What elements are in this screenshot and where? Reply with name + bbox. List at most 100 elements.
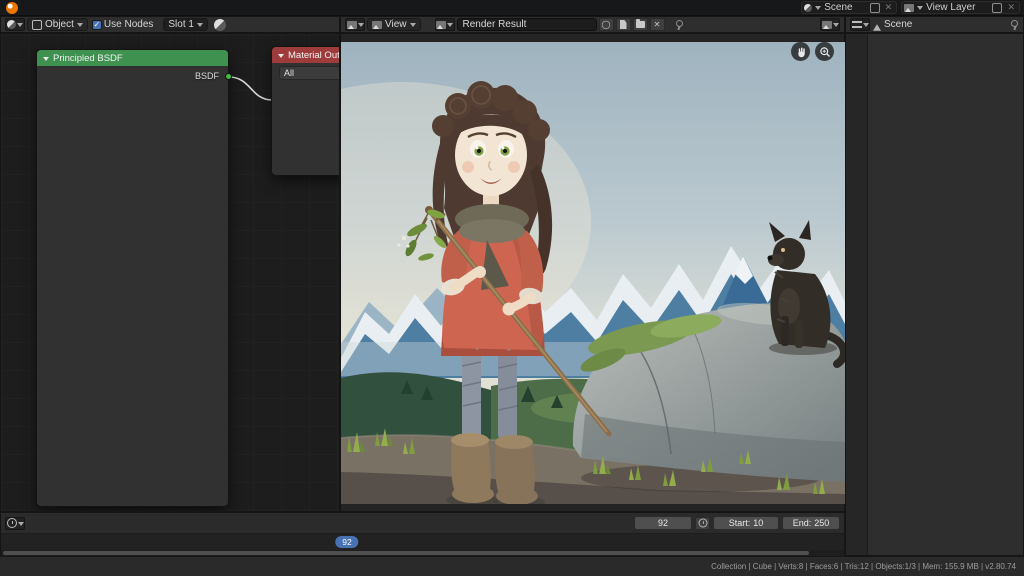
timeline-header: 92 Start: 10 End: 250 xyxy=(1,513,844,534)
editor-type-button[interactable] xyxy=(345,18,365,31)
image-editor[interactable] xyxy=(340,33,845,512)
view-layer-selector[interactable]: View Layer ✕ xyxy=(901,1,1020,14)
output-target-row: All xyxy=(279,66,340,80)
collapse-triangle-icon[interactable] xyxy=(278,54,284,61)
pan-view-button[interactable] xyxy=(791,42,810,61)
scene-stats: Collection | Cube | Verts:8 | Faces:6 | … xyxy=(711,562,1016,571)
chevron-down-icon xyxy=(17,23,23,30)
scene-selector[interactable]: Scene ✕ xyxy=(801,1,897,14)
blender-logo-icon[interactable] xyxy=(6,2,18,14)
bsdf-output-row: BSDF xyxy=(44,69,221,83)
properties-editor-icon xyxy=(852,20,862,29)
timeline-ruler[interactable]: 92 xyxy=(1,534,844,550)
chevron-down-icon xyxy=(77,23,83,30)
frame-end-field[interactable]: End: 250 xyxy=(782,516,840,530)
new-scene-icon[interactable] xyxy=(870,3,880,13)
node-header[interactable]: Principled BSDF xyxy=(37,50,228,66)
image-datablock-field[interactable]: Render Result xyxy=(457,18,597,31)
status-bar: Collection | Cube | Verts:8 | Faces:6 | … xyxy=(0,556,1024,576)
view-mode-label: View xyxy=(385,19,407,30)
pin-icon[interactable] xyxy=(673,19,684,30)
zoom-view-button[interactable] xyxy=(815,42,834,61)
new-page-icon xyxy=(620,20,627,29)
collapse-triangle-icon[interactable] xyxy=(43,57,49,64)
current-frame-indicator[interactable]: 92 xyxy=(335,536,358,548)
slot-dropdown[interactable]: Slot 1 xyxy=(163,18,208,31)
image-view-mode-dropdown[interactable]: View xyxy=(367,18,421,31)
chevron-down-icon xyxy=(815,6,821,13)
node-title: Principled BSDF xyxy=(53,53,123,64)
properties-tabs xyxy=(846,34,868,555)
scene-name: Scene xyxy=(824,2,866,13)
scrollbar-thumb[interactable] xyxy=(3,551,809,555)
new-image-button[interactable] xyxy=(616,18,631,31)
use-preview-range-button[interactable] xyxy=(695,517,710,530)
chevron-down-icon xyxy=(410,23,416,30)
topbar: Scene ✕ View Layer ✕ xyxy=(0,0,1024,16)
chevron-down-icon xyxy=(358,23,364,30)
node-header[interactable]: Material Out xyxy=(272,47,340,63)
start-value: 10 xyxy=(753,518,763,528)
end-value: 250 xyxy=(814,518,829,528)
channels-icon xyxy=(822,21,832,29)
display-channels-button[interactable] xyxy=(820,18,840,31)
image-editor-header: View Render Result ◯ ✕ xyxy=(340,16,845,33)
view-layer-name: View Layer xyxy=(926,2,989,13)
properties-editor xyxy=(845,33,1024,556)
fake-user-button[interactable]: ◯ xyxy=(599,18,614,31)
shader-mode-dropdown[interactable]: Object xyxy=(27,18,88,31)
material-output-node[interactable]: Material Out All xyxy=(271,46,340,176)
use-nodes-checkbox[interactable]: ✓ xyxy=(92,20,102,30)
end-label: End: xyxy=(793,518,812,528)
current-frame-field[interactable]: 92 xyxy=(634,516,692,530)
current-frame-value: 92 xyxy=(658,518,668,528)
image-icon xyxy=(436,21,446,29)
chevron-down-icon xyxy=(197,23,203,30)
pin-icon[interactable] xyxy=(1008,19,1019,30)
scene-breadcrumb-icon xyxy=(873,20,881,30)
bsdf-output-label: BSDF xyxy=(195,71,221,81)
chevron-down-icon xyxy=(18,522,24,529)
material-preview-icon[interactable] xyxy=(214,19,226,31)
folder-icon xyxy=(636,21,645,28)
close-icon[interactable]: ✕ xyxy=(1005,2,1017,13)
shader-editor-icon xyxy=(7,20,16,29)
image-datablock-name: Render Result xyxy=(463,19,527,30)
shader-mode-label: Object xyxy=(45,19,74,30)
view-layer-icon xyxy=(904,4,914,12)
image-datablock-icon-button[interactable] xyxy=(435,18,455,31)
editor-type-button[interactable] xyxy=(5,517,25,530)
close-icon[interactable]: ✕ xyxy=(883,2,895,13)
unlink-image-button[interactable]: ✕ xyxy=(650,18,665,31)
timeline: 92 Start: 10 End: 250 92 xyxy=(0,512,845,556)
timeline-editor-icon xyxy=(7,518,17,528)
blender-window: Scene ✕ View Layer ✕ Object ✓ Use Nodes … xyxy=(0,0,1024,576)
output-target-label: All xyxy=(284,68,294,78)
node-link-wire xyxy=(229,77,272,100)
magnifier-icon xyxy=(819,46,831,58)
editor-type-button[interactable] xyxy=(5,18,25,31)
slot-label: Slot 1 xyxy=(168,19,194,30)
image-editor-icon xyxy=(347,21,357,29)
object-icon xyxy=(32,20,42,30)
shader-editor-header: Object ✓ Use Nodes Slot 1 xyxy=(0,16,340,33)
topbar-right: Scene ✕ View Layer ✕ xyxy=(801,1,1024,14)
frame-start-field[interactable]: Start: 10 xyxy=(713,516,779,530)
output-target-dropdown[interactable]: All xyxy=(279,66,340,80)
node-body: BSDF xyxy=(37,66,228,83)
editor-type-button[interactable] xyxy=(850,18,870,31)
frame-range-fields: 92 Start: 10 End: 250 xyxy=(634,516,840,530)
node-title: Material Out xyxy=(288,50,340,61)
chevron-down-icon xyxy=(863,23,869,30)
stopwatch-icon xyxy=(698,519,707,528)
use-nodes-label: Use Nodes xyxy=(104,19,153,30)
shader-editor[interactable]: Material Principled BSDF BSDF Material O… xyxy=(0,33,340,512)
chevron-down-icon xyxy=(447,23,453,30)
node-body: All xyxy=(272,63,340,80)
view-mode-icon xyxy=(372,21,382,29)
principled-bsdf-node[interactable]: Principled BSDF BSDF xyxy=(36,49,229,507)
bsdf-output-socket[interactable] xyxy=(225,73,232,80)
open-image-button[interactable] xyxy=(633,18,648,31)
breadcrumb: Scene xyxy=(884,19,912,30)
new-view-layer-icon[interactable] xyxy=(992,3,1002,13)
